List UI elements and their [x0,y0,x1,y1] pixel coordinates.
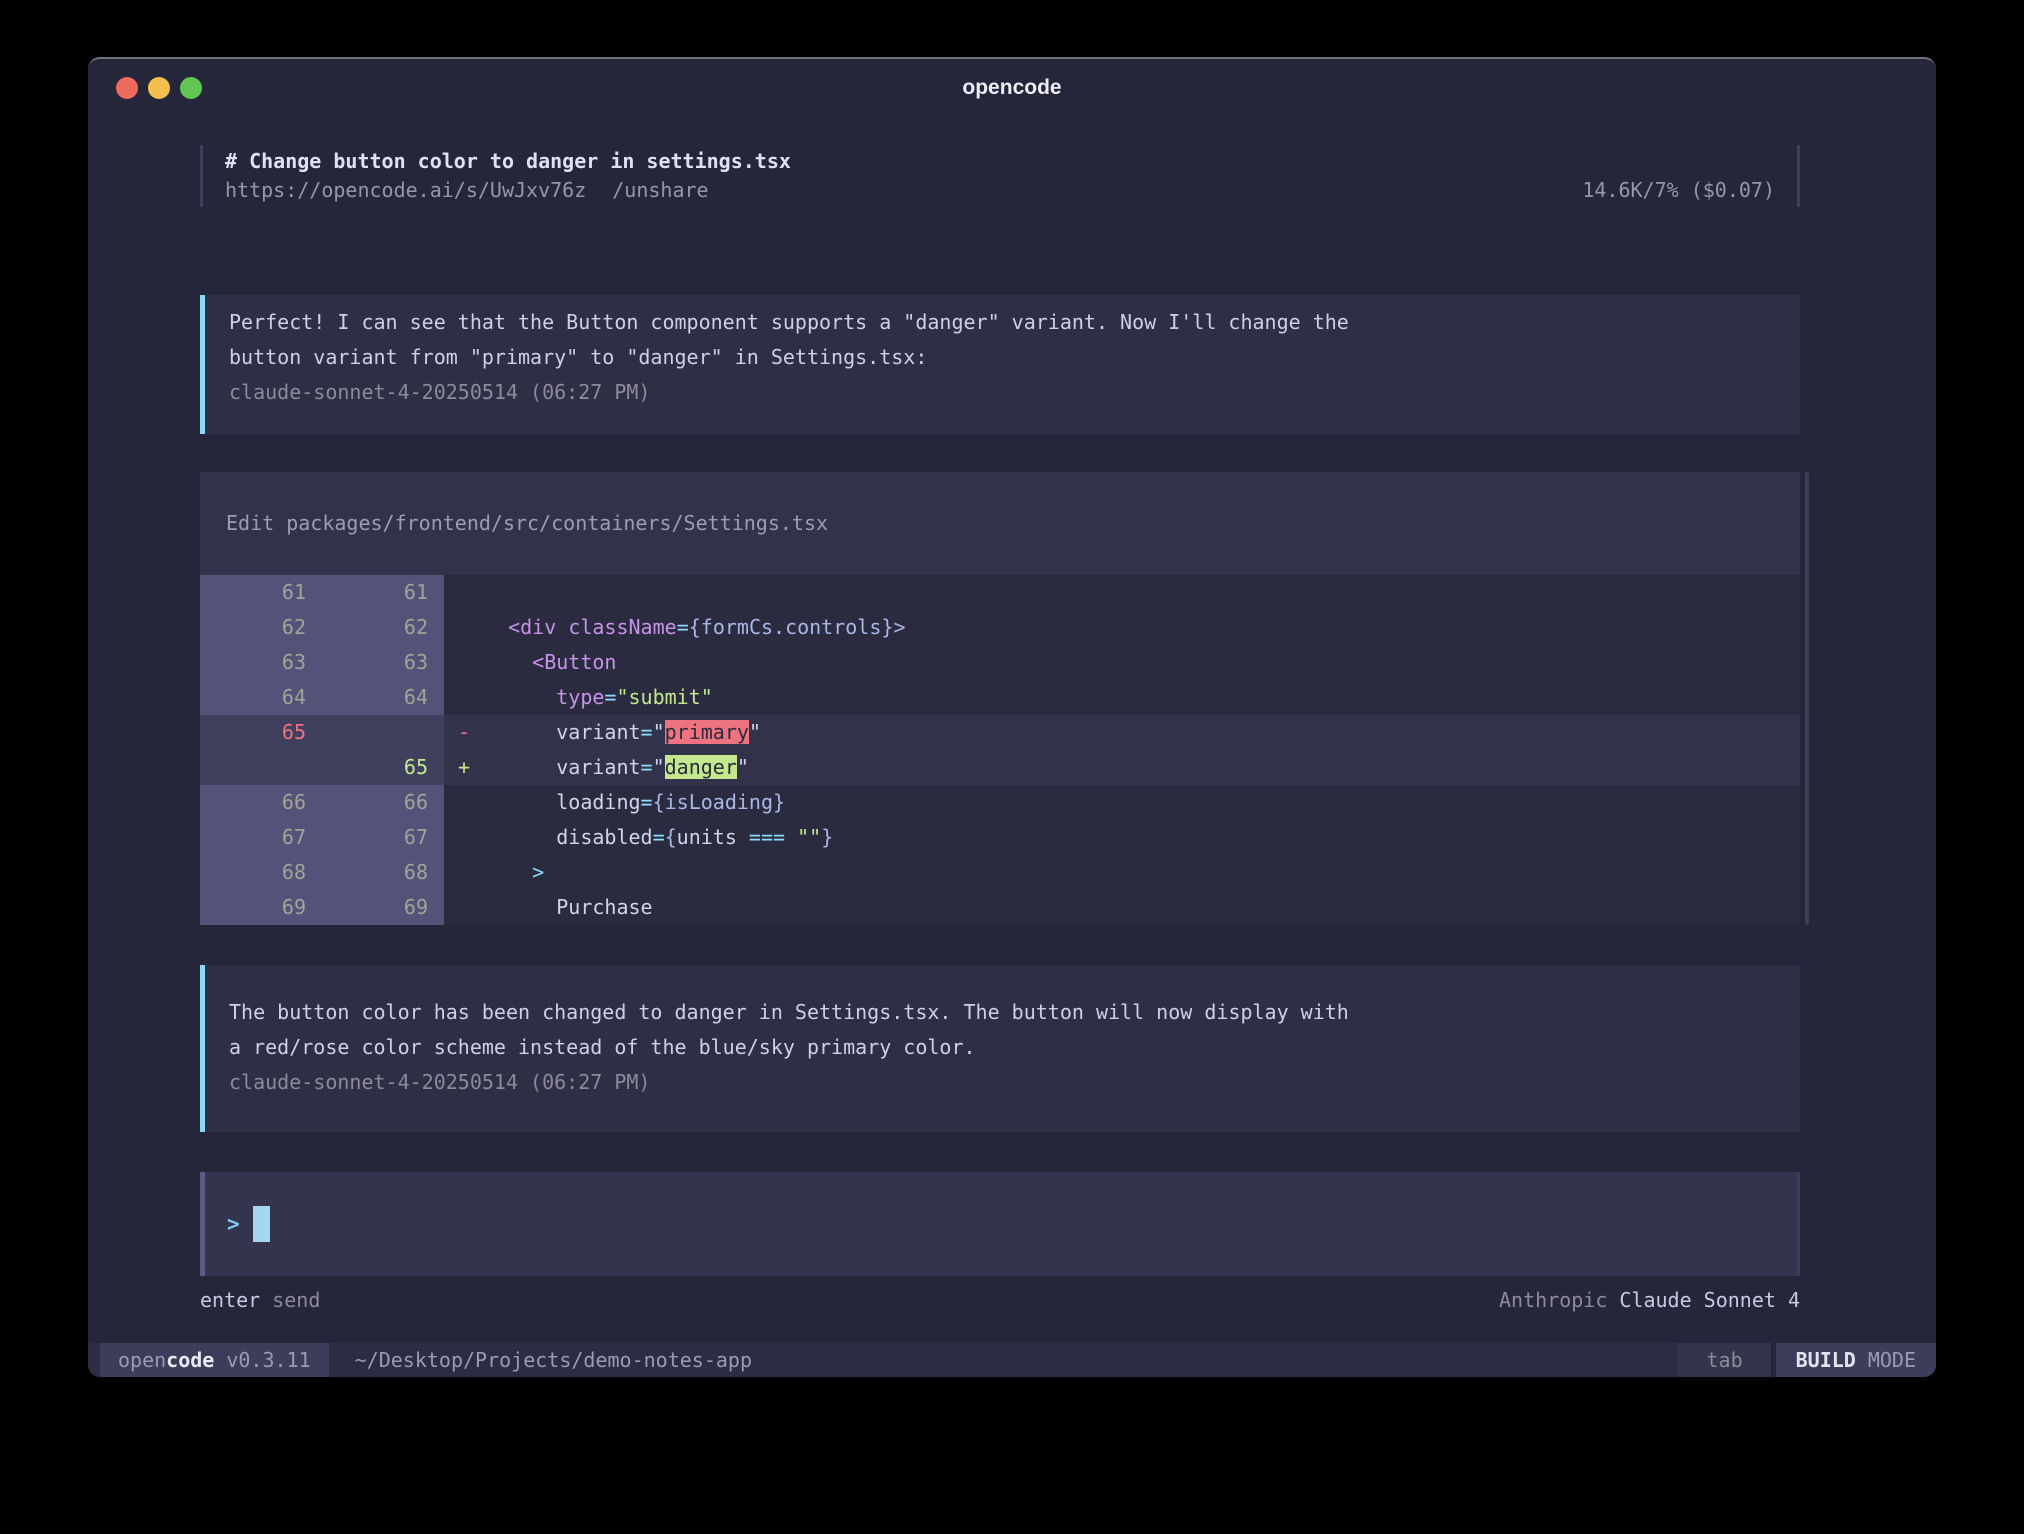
code-line: <div className={formCs.controls}> [484,610,1800,645]
diff-marker [444,610,484,645]
message-meta: claude-sonnet-4-20250514 (06:27 PM) [229,1065,1776,1100]
send-action-hint: send [272,1288,320,1312]
window-title: opencode [88,76,1936,100]
assistant-message: The button color has been changed to dan… [200,965,1800,1132]
app-version-chip: opencode v0.3.11 [100,1343,329,1377]
diff-marker [444,680,484,715]
message-line: The button color has been changed to dan… [229,995,1776,1030]
mode-label-primary: BUILD [1796,1348,1856,1372]
diff-marker [444,645,484,680]
diff-row: 65 - variant="primary" [200,715,1800,750]
old-line-number: 61 [200,575,322,610]
old-line-number: 68 [200,855,322,890]
old-line-number: 63 [200,645,322,680]
diff-marker [444,855,484,890]
new-line-number: 61 [322,575,444,610]
code-line: variant="primary" [484,715,1800,750]
text-cursor [253,1206,270,1242]
app-name-suffix: code [166,1348,214,1372]
diff-marker: - [444,715,484,750]
code-line: <Button [484,645,1800,680]
message-line: Perfect! I can see that the Button compo… [229,305,1776,340]
session-title: # Change button color to danger in setti… [225,147,1775,176]
diff-marker: + [444,750,484,785]
old-line-number: 64 [200,680,322,715]
diff-row: 6666 loading={isLoading} [200,785,1800,820]
old-line-number: 67 [200,820,322,855]
new-line-number: 64 [322,680,444,715]
code-line: variant="danger" [484,750,1800,785]
enter-key-hint: enter [200,1288,260,1312]
edit-file-header: Edit packages/frontend/src/containers/Se… [200,472,1800,575]
diff-rows: 61616262 <div className={formCs.controls… [200,575,1800,925]
diff-row: 6161 [200,575,1800,610]
assistant-message: Perfect! I can see that the Button compo… [200,295,1800,434]
mode-indicator[interactable]: BUILD MODE [1776,1343,1936,1377]
share-url-group: https://opencode.ai/s/UwJxv76z/unshare [225,176,709,205]
new-line-number [322,715,444,750]
working-directory: ~/Desktop/Projects/demo-notes-app [355,1348,752,1372]
diff-row: 6767 disabled={units === ""} [200,820,1800,855]
model-indicator: Anthropic Claude Sonnet 4 [1499,1286,1800,1314]
app-version: v0.3.11 [226,1348,310,1372]
model-name: Claude Sonnet 4 [1619,1288,1800,1312]
titlebar: opencode [88,59,1936,117]
traffic-lights [116,59,202,117]
diff-marker [444,890,484,925]
message-line: a red/rose color scheme instead of the b… [229,1030,1776,1065]
diff-row: 6969 Purchase [200,890,1800,925]
old-line-number: 69 [200,890,322,925]
new-line-number: 68 [322,855,444,890]
diff-row: 65+ variant="danger" [200,750,1800,785]
code-line: loading={isLoading} [484,785,1800,820]
provider-name: Anthropic [1499,1288,1607,1312]
main-content: # Change button color to danger in setti… [88,145,1936,1314]
diff-row: 6868 > [200,855,1800,890]
zoom-button[interactable] [180,77,202,99]
session-header: # Change button color to danger in setti… [200,145,1800,207]
old-line-number: 65 [200,715,322,750]
new-line-number: 67 [322,820,444,855]
diff-marker [444,575,484,610]
new-line-number: 63 [322,645,444,680]
code-line: > [484,855,1800,890]
message-meta: claude-sonnet-4-20250514 (06:27 PM) [229,375,1776,410]
edit-scrollbar[interactable] [1805,472,1809,925]
new-line-number: 65 [322,750,444,785]
edit-tool-block: Edit packages/frontend/src/containers/Se… [200,472,1800,925]
message-line: button variant from "primary" to "danger… [229,340,1776,375]
old-line-number: 62 [200,610,322,645]
session-subrow: https://opencode.ai/s/UwJxv76z/unshare 1… [225,176,1775,205]
code-line: disabled={units === ""} [484,820,1800,855]
prompt-input[interactable]: > [200,1172,1800,1276]
old-line-number: 66 [200,785,322,820]
diff-marker [444,820,484,855]
hints-row: enter send Anthropic Claude Sonnet 4 [200,1286,1800,1314]
minimize-button[interactable] [148,77,170,99]
new-line-number: 66 [322,785,444,820]
old-line-number [200,750,322,785]
tab-key-hint: tab [1678,1343,1770,1377]
token-usage-stats: 14.6K/7% ($0.07) [1582,176,1775,205]
new-line-number: 62 [322,610,444,645]
diff-row: 6464 type="submit" [200,680,1800,715]
code-line: type="submit" [484,680,1800,715]
code-line: Purchase [484,890,1800,925]
share-url-link[interactable]: https://opencode.ai/s/UwJxv76z [225,178,586,202]
status-bar: opencode v0.3.11 ~/Desktop/Projects/demo-… [88,1343,1936,1377]
app-name-prefix: open [118,1348,166,1372]
opencode-window: opencode # Change button color to danger… [88,57,1936,1377]
new-line-number: 69 [322,890,444,925]
unshare-command[interactable]: /unshare [612,178,708,202]
close-button[interactable] [116,77,138,99]
mode-label-secondary: MODE [1868,1348,1916,1372]
diff-marker [444,785,484,820]
diff-row: 6262 <div className={formCs.controls}> [200,610,1800,645]
prompt-chevron: > [227,1212,240,1236]
send-hint: enter send [200,1286,320,1314]
code-line [484,575,1800,610]
diff-row: 6363 <Button [200,645,1800,680]
